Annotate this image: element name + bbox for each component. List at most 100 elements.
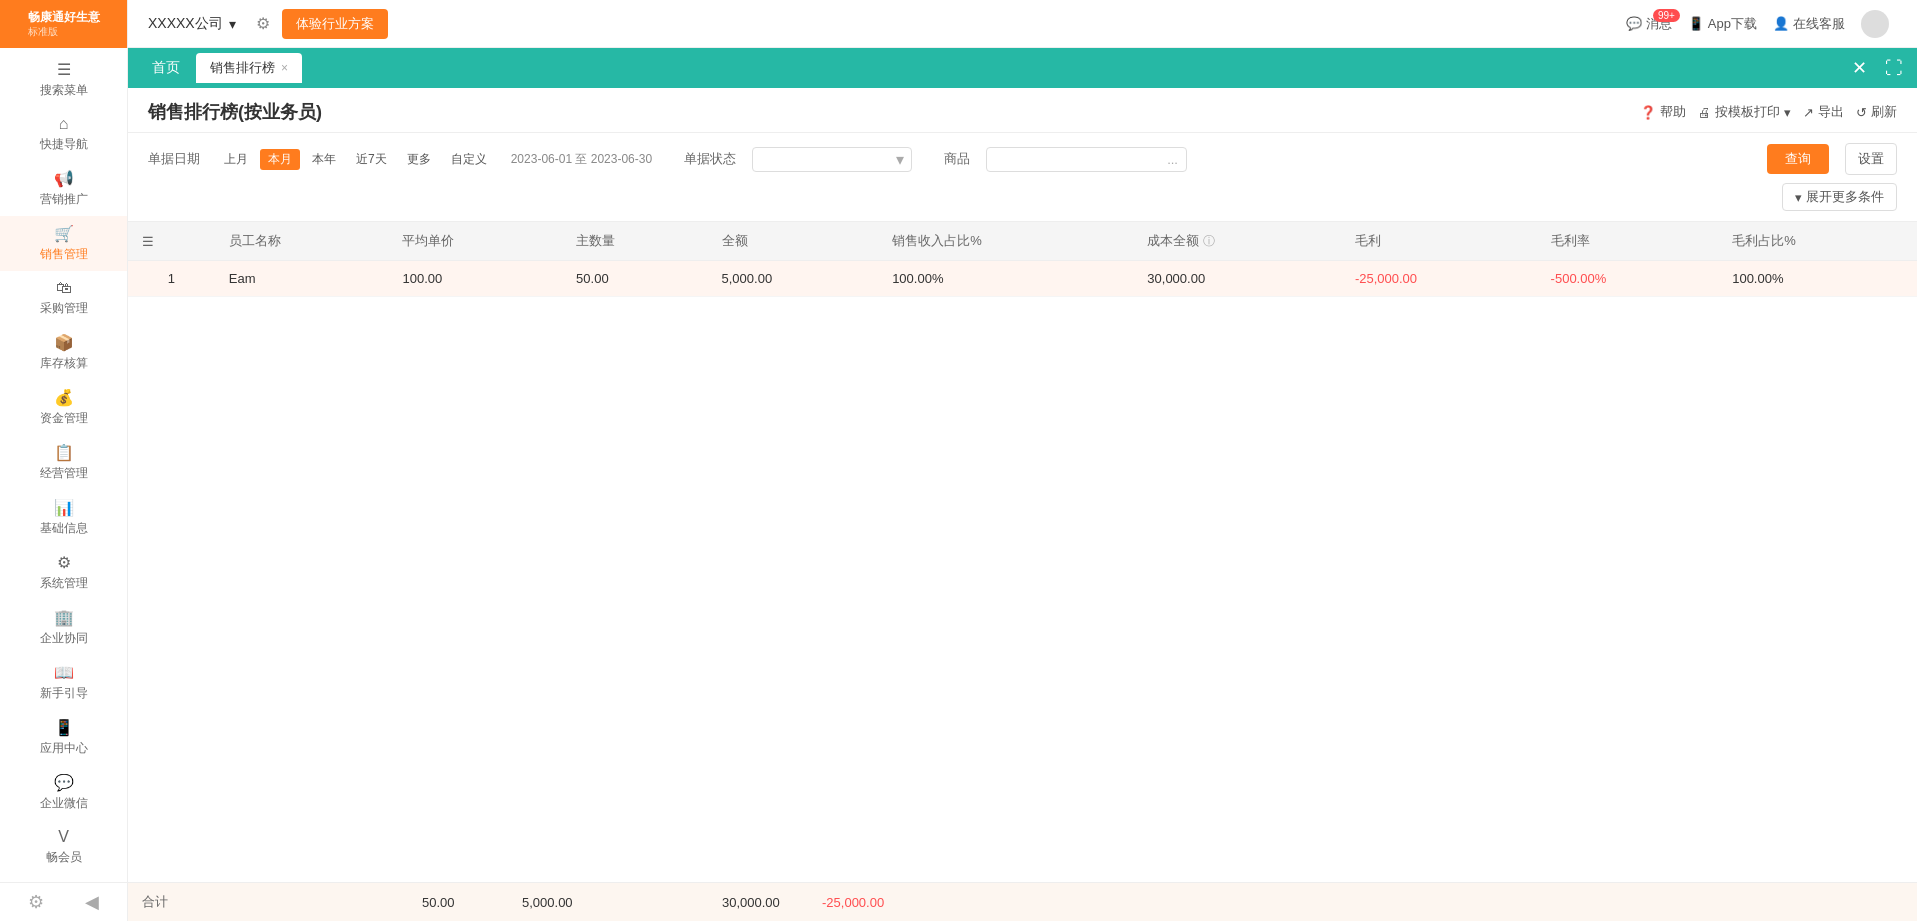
- app-label: App下载: [1708, 15, 1757, 33]
- footer-amount: 5,000.00: [522, 895, 602, 910]
- date-tab-近7天[interactable]: 近7天: [348, 149, 395, 170]
- sidebar: 畅康通好生意 标准版 ☰搜索菜单⌂快捷导航📢营销推广🛒销售管理🛍采购管理📦库存核…: [0, 0, 128, 921]
- nav-icon-system: ⚙: [57, 553, 71, 572]
- sidebar-item-guide[interactable]: 📖新手引导: [0, 655, 127, 710]
- sidebar-item-system[interactable]: ⚙系统管理: [0, 545, 127, 600]
- message-button[interactable]: 💬 消息 99+: [1626, 15, 1672, 33]
- app-icon: 📱: [1688, 16, 1704, 31]
- page-content: 销售排行榜(按业务员) ❓ 帮助 🖨 按模板打印 ▾ ↗ 导出 ↺ 刷新: [128, 88, 1917, 921]
- sidebar-item-operations[interactable]: 📋 经营管理: [0, 435, 127, 490]
- col-header-rank: ☰: [128, 222, 215, 261]
- export-label: 导出: [1818, 103, 1844, 121]
- status-select[interactable]: [752, 147, 912, 172]
- tab-home[interactable]: 首页: [136, 51, 196, 85]
- avatar[interactable]: [1861, 10, 1889, 38]
- sidebar-item-sales[interactable]: 🛒销售管理: [0, 216, 127, 271]
- sidebar-item-quick-nav[interactable]: ⌂快捷导航: [0, 107, 127, 161]
- sidebar-item-basic-info[interactable]: 📊基础信息: [0, 490, 127, 545]
- nav-label-app-center: 应用中心: [40, 740, 88, 757]
- print-label: 按模板打印: [1715, 103, 1780, 121]
- company-name: XXXXX公司: [148, 15, 223, 33]
- print-button[interactable]: 🖨 按模板打印 ▾: [1698, 103, 1791, 121]
- footer-cost: 30,000.00: [722, 895, 802, 910]
- status-filter-label: 单据状态: [684, 150, 736, 168]
- topbar: XXXXX公司 ▾ ⚙ 体验行业方案 💬 消息 99+ 📱 App下载 👤 在线…: [128, 0, 1917, 48]
- date-tab-自定义[interactable]: 自定义: [443, 149, 495, 170]
- topbar-right: 💬 消息 99+ 📱 App下载 👤 在线客服: [1626, 10, 1905, 38]
- date-tab-上月[interactable]: 上月: [216, 149, 256, 170]
- header-actions: ❓ 帮助 🖨 按模板打印 ▾ ↗ 导出 ↺ 刷新: [1640, 103, 1897, 121]
- col-header-profit: 毛利: [1341, 222, 1537, 261]
- col-header-amount: 全额: [708, 222, 879, 261]
- expand-label: 展开更多条件: [1806, 188, 1884, 206]
- page-title: 销售排行榜(按业务员): [148, 100, 322, 124]
- table-scroll[interactable]: ☰员工名称平均单价主数量全额销售收入占比%成本全额 ⓘ毛利毛利率毛利占比% 1E…: [128, 222, 1917, 882]
- cell-name: Eam: [215, 261, 389, 297]
- goods-input-wrap: ...: [986, 147, 1187, 172]
- logo-title: 畅康通好生意: [28, 9, 100, 26]
- nav-icon-operations: 📋: [54, 443, 74, 462]
- nav-icon-member: V: [58, 828, 69, 846]
- expand-conditions-button[interactable]: ▾ 展开更多条件: [1782, 183, 1897, 211]
- nav-icon-search-order: ☰: [57, 60, 71, 79]
- online-service-button[interactable]: 👤 在线客服: [1773, 15, 1845, 33]
- nav-icon-enterprise: 🏢: [54, 608, 74, 627]
- col-header-cost: 成本全额 ⓘ: [1133, 222, 1341, 261]
- help-button[interactable]: ❓ 帮助: [1640, 103, 1686, 121]
- table-area: ☰员工名称平均单价主数量全额销售收入占比%成本全额 ⓘ毛利毛利率毛利占比% 1E…: [128, 222, 1917, 921]
- nav-icon-quick-nav: ⌂: [59, 115, 69, 133]
- sidebar-item-purchase[interactable]: 🛍采购管理: [0, 271, 127, 325]
- sidebar-bottom: ⚙ ◀: [0, 882, 127, 921]
- col-header-profit_pct: 毛利占比%: [1718, 222, 1917, 261]
- cell-profit: -25,000.00: [1341, 261, 1537, 297]
- sidebar-item-member[interactable]: V畅会员: [0, 820, 127, 874]
- date-tab-本年[interactable]: 本年: [304, 149, 344, 170]
- message-badge: 99+: [1653, 9, 1680, 22]
- cell-profit_rate: -500.00%: [1537, 261, 1719, 297]
- print-chevron: ▾: [1784, 105, 1791, 120]
- sidebar-item-app-center[interactable]: 📱 应用中心: [0, 710, 127, 765]
- refresh-button[interactable]: ↺ 刷新: [1856, 103, 1897, 121]
- maximize-icon[interactable]: ⛶: [1879, 56, 1909, 81]
- sidebar-item-search-order[interactable]: ☰搜索菜单: [0, 52, 127, 107]
- cell-sales_pct: 100.00%: [878, 261, 1133, 297]
- settings-icon[interactable]: ⚙: [28, 891, 44, 913]
- sidebar-nav: ☰搜索菜单⌂快捷导航📢营销推广🛒销售管理🛍采购管理📦库存核算💰资金管理 📋 经营管理…: [0, 48, 127, 882]
- message-icon: 💬: [1626, 16, 1642, 31]
- sidebar-item-inventory[interactable]: 📦库存核算: [0, 325, 127, 380]
- sidebar-item-wechat[interactable]: 💬企业微信: [0, 765, 127, 820]
- col-header-qty: 主数量: [562, 222, 707, 261]
- company-selector[interactable]: XXXXX公司 ▾: [140, 11, 244, 37]
- help-label: 帮助: [1660, 103, 1686, 121]
- sidebar-item-marketing[interactable]: 📢营销推广: [0, 161, 127, 216]
- tab-sales-ranking[interactable]: 销售排行榜 ×: [196, 53, 302, 83]
- nav-icon-finance: 💰: [54, 388, 74, 407]
- trial-button[interactable]: 体验行业方案: [282, 9, 388, 39]
- nav-label-operations: 经营管理: [40, 465, 88, 482]
- content-header: 销售排行榜(按业务员) ❓ 帮助 🖨 按模板打印 ▾ ↗ 导出 ↺ 刷新: [128, 88, 1917, 133]
- goods-filter-label: 商品: [944, 150, 970, 168]
- goods-ellipsis-icon[interactable]: ...: [1167, 152, 1178, 167]
- nav-icon-app-center: 📱: [54, 718, 74, 737]
- filter-row-1: 单据日期 上月本月本年近7天更多自定义 2023-06-01 至 2023-06…: [148, 143, 1897, 175]
- nav-icon-purchase: 🛍: [56, 279, 72, 297]
- tab-close-icon[interactable]: ×: [281, 61, 288, 75]
- footer-profit: -25,000.00: [822, 895, 902, 910]
- goods-input[interactable]: [995, 152, 1163, 167]
- table-row: 1Eam100.0050.005,000.00100.00%30,000.00-…: [128, 261, 1917, 297]
- collapse-icon[interactable]: ◀: [85, 891, 99, 913]
- sidebar-item-enterprise[interactable]: 🏢企业协同: [0, 600, 127, 655]
- app-download-button[interactable]: 📱 App下载: [1688, 15, 1757, 33]
- info-icon[interactable]: ⓘ: [1203, 234, 1215, 248]
- sidebar-item-finance[interactable]: 💰资金管理: [0, 380, 127, 435]
- query-button[interactable]: 查询: [1767, 144, 1829, 174]
- close-window-icon[interactable]: ✕: [1846, 55, 1873, 81]
- tab-label: 销售排行榜: [210, 59, 275, 77]
- data-table: ☰员工名称平均单价主数量全额销售收入占比%成本全额 ⓘ毛利毛利率毛利占比% 1E…: [128, 222, 1917, 297]
- settings-button[interactable]: 设置: [1845, 143, 1897, 175]
- chevron-down-icon: ▾: [229, 16, 236, 32]
- export-button[interactable]: ↗ 导出: [1803, 103, 1844, 121]
- date-tab-本月[interactable]: 本月: [260, 149, 300, 170]
- date-tab-更多[interactable]: 更多: [399, 149, 439, 170]
- topbar-settings-icon[interactable]: ⚙: [252, 10, 274, 37]
